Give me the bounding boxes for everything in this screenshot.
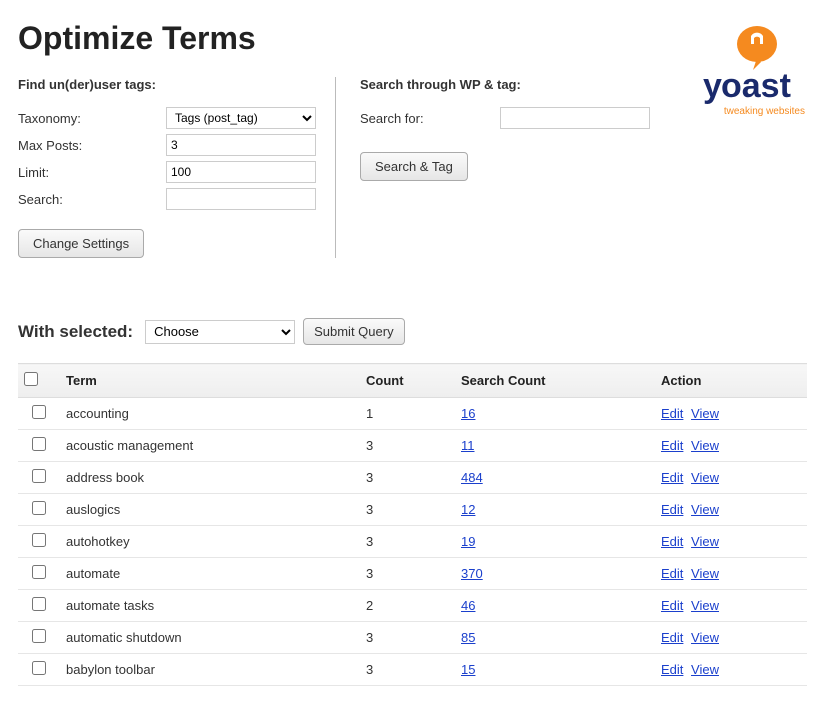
submit-query-button[interactable]: Submit Query bbox=[303, 318, 404, 345]
count-cell: 3 bbox=[360, 654, 455, 686]
header-action: Action bbox=[655, 364, 807, 398]
view-link[interactable]: View bbox=[691, 502, 719, 517]
term-cell: accounting bbox=[60, 398, 360, 430]
svg-text:oast: oast bbox=[721, 67, 791, 105]
count-cell: 3 bbox=[360, 462, 455, 494]
table-row: automatic shutdown3 85 Edit View bbox=[18, 622, 807, 654]
limit-label: Limit: bbox=[18, 165, 166, 180]
view-link[interactable]: View bbox=[691, 438, 719, 453]
taxonomy-select[interactable]: Tags (post_tag) bbox=[166, 107, 316, 129]
view-link[interactable]: View bbox=[691, 406, 719, 421]
edit-link[interactable]: Edit bbox=[661, 438, 683, 453]
search-for-input[interactable] bbox=[500, 107, 650, 129]
row-checkbox[interactable] bbox=[32, 405, 46, 419]
svg-text:y: y bbox=[703, 67, 722, 105]
edit-link[interactable]: Edit bbox=[661, 566, 683, 581]
term-cell: address book bbox=[60, 462, 360, 494]
with-selected-label: With selected: bbox=[18, 322, 133, 342]
table-row: autohotkey3 19 Edit View bbox=[18, 526, 807, 558]
row-checkbox[interactable] bbox=[32, 597, 46, 611]
term-cell: auslogics bbox=[60, 494, 360, 526]
yoast-logo: y oast tweaking websites bbox=[647, 22, 807, 117]
table-row: babylon toolbar3 15 Edit View bbox=[18, 654, 807, 686]
max-posts-input[interactable] bbox=[166, 134, 316, 156]
view-link[interactable]: View bbox=[691, 630, 719, 645]
search-count-link[interactable]: 85 bbox=[461, 630, 475, 645]
table-row: acoustic management3 11 Edit View bbox=[18, 430, 807, 462]
max-posts-label: Max Posts: bbox=[18, 138, 166, 153]
bulk-action-select[interactable]: Choose bbox=[145, 320, 295, 344]
search-count-link[interactable]: 19 bbox=[461, 534, 475, 549]
view-link[interactable]: View bbox=[691, 662, 719, 677]
search-count-link[interactable]: 16 bbox=[461, 406, 475, 421]
count-cell: 2 bbox=[360, 590, 455, 622]
term-cell: automate bbox=[60, 558, 360, 590]
search-count-link[interactable]: 11 bbox=[461, 438, 475, 453]
limit-input[interactable] bbox=[166, 161, 316, 183]
row-checkbox[interactable] bbox=[32, 533, 46, 547]
header-search-count: Search Count bbox=[455, 364, 655, 398]
term-cell: automatic shutdown bbox=[60, 622, 360, 654]
edit-link[interactable]: Edit bbox=[661, 598, 683, 613]
find-tags-heading: Find un(der)user tags: bbox=[18, 77, 317, 92]
term-cell: babylon toolbar bbox=[60, 654, 360, 686]
table-row: address book3 484 Edit View bbox=[18, 462, 807, 494]
row-checkbox[interactable] bbox=[32, 629, 46, 643]
find-tags-panel: Find un(der)user tags: Taxonomy: Tags (p… bbox=[18, 77, 336, 258]
taxonomy-label: Taxonomy: bbox=[18, 111, 166, 126]
search-label: Search: bbox=[18, 192, 166, 207]
count-cell: 3 bbox=[360, 430, 455, 462]
row-checkbox[interactable] bbox=[32, 469, 46, 483]
term-cell: acoustic management bbox=[60, 430, 360, 462]
row-checkbox[interactable] bbox=[32, 661, 46, 675]
count-cell: 1 bbox=[360, 398, 455, 430]
view-link[interactable]: View bbox=[691, 566, 719, 581]
term-cell: autohotkey bbox=[60, 526, 360, 558]
edit-link[interactable]: Edit bbox=[661, 502, 683, 517]
row-checkbox[interactable] bbox=[32, 437, 46, 451]
terms-table: Term Count Search Count Action accountin… bbox=[18, 363, 807, 686]
table-row: auslogics3 12 Edit View bbox=[18, 494, 807, 526]
table-row: accounting1 16 Edit View bbox=[18, 398, 807, 430]
term-cell: automate tasks bbox=[60, 590, 360, 622]
search-count-link[interactable]: 46 bbox=[461, 598, 475, 613]
change-settings-button[interactable]: Change Settings bbox=[18, 229, 144, 258]
search-count-link[interactable]: 484 bbox=[461, 470, 483, 485]
search-count-link[interactable]: 12 bbox=[461, 502, 475, 517]
edit-link[interactable]: Edit bbox=[661, 406, 683, 421]
row-checkbox[interactable] bbox=[32, 565, 46, 579]
table-row: automate3 370 Edit View bbox=[18, 558, 807, 590]
header-count: Count bbox=[360, 364, 455, 398]
edit-link[interactable]: Edit bbox=[661, 534, 683, 549]
count-cell: 3 bbox=[360, 526, 455, 558]
edit-link[interactable]: Edit bbox=[661, 630, 683, 645]
row-checkbox[interactable] bbox=[32, 501, 46, 515]
view-link[interactable]: View bbox=[691, 470, 719, 485]
count-cell: 3 bbox=[360, 494, 455, 526]
header-term: Term bbox=[60, 364, 360, 398]
table-row: automate tasks2 46 Edit View bbox=[18, 590, 807, 622]
search-count-link[interactable]: 15 bbox=[461, 662, 475, 677]
edit-link[interactable]: Edit bbox=[661, 662, 683, 677]
view-link[interactable]: View bbox=[691, 598, 719, 613]
select-all-checkbox[interactable] bbox=[24, 372, 38, 386]
count-cell: 3 bbox=[360, 558, 455, 590]
search-tag-heading: Search through WP & tag: bbox=[360, 77, 650, 92]
search-input[interactable] bbox=[166, 188, 316, 210]
view-link[interactable]: View bbox=[691, 534, 719, 549]
search-for-label: Search for: bbox=[360, 111, 500, 126]
search-tag-panel: Search through WP & tag: Search for: Sea… bbox=[336, 77, 650, 258]
edit-link[interactable]: Edit bbox=[661, 470, 683, 485]
search-count-link[interactable]: 370 bbox=[461, 566, 483, 581]
search-and-tag-button[interactable]: Search & Tag bbox=[360, 152, 468, 181]
count-cell: 3 bbox=[360, 622, 455, 654]
